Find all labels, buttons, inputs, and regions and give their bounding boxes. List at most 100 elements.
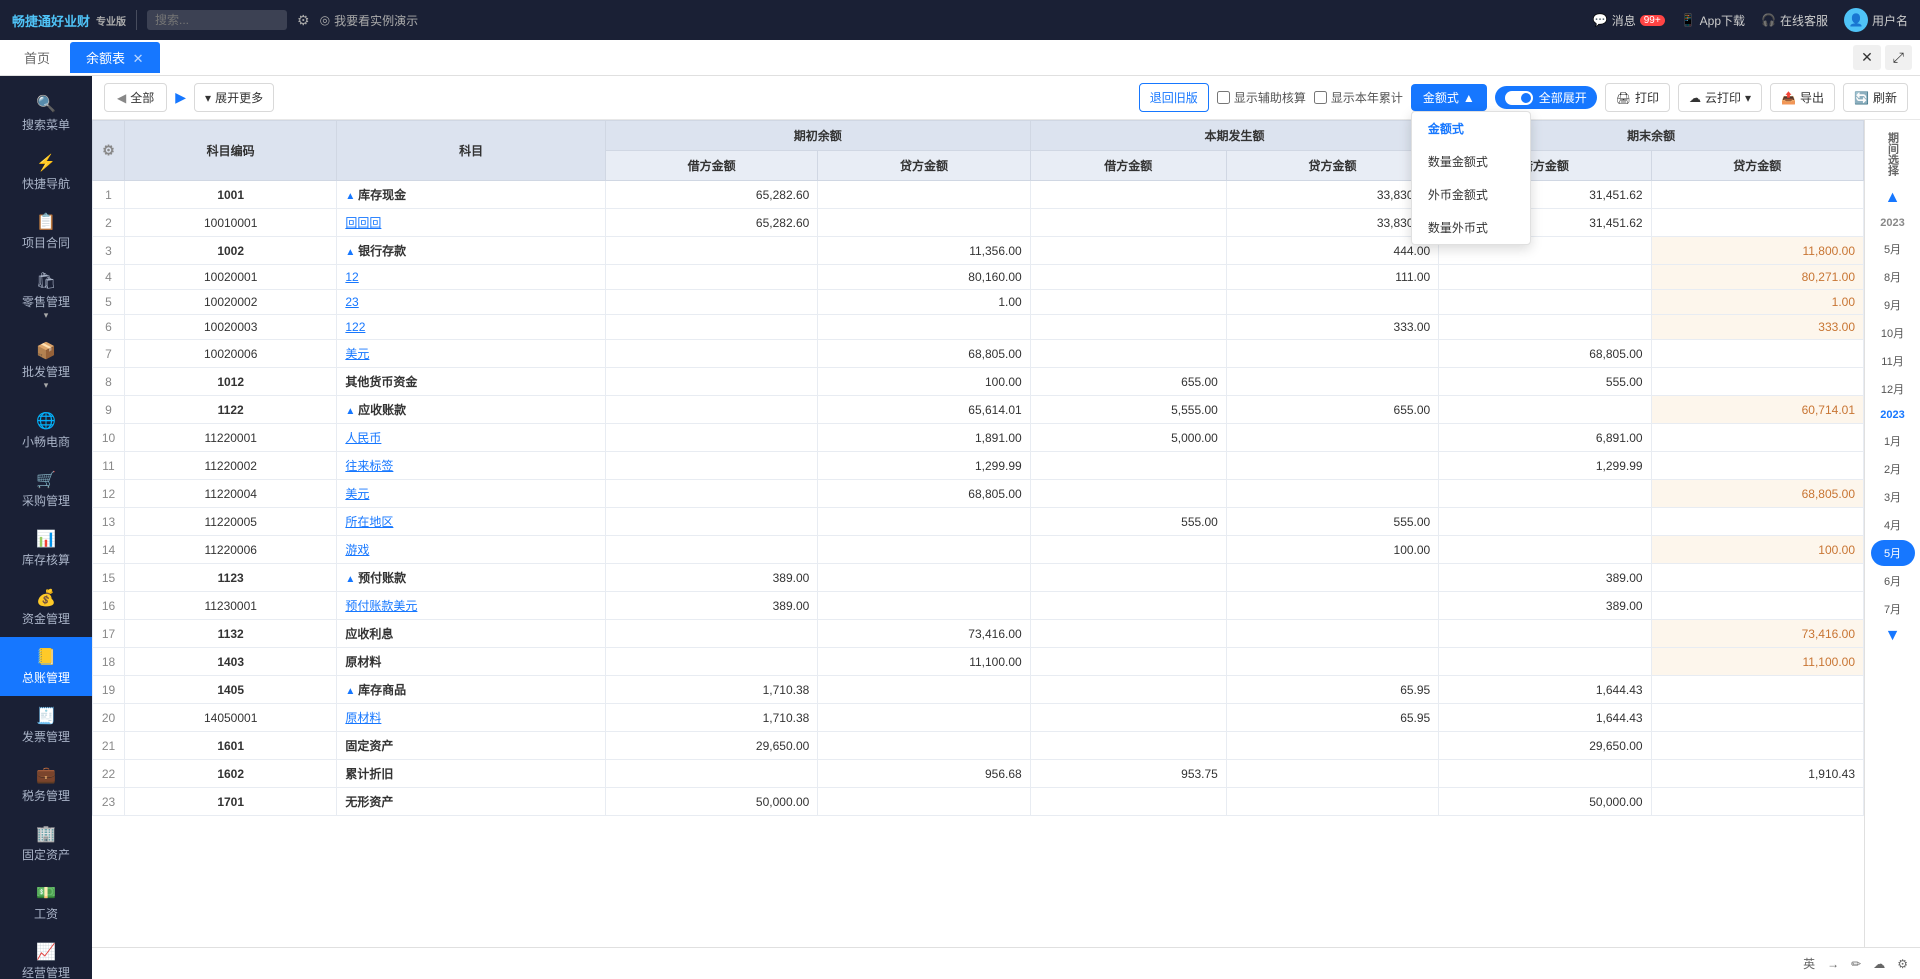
dropdown-item-qty-foreign[interactable]: 数量外币式 <box>1412 211 1530 244</box>
subject-name-cell: 122 <box>337 315 606 340</box>
message-icon: 💬 <box>1593 13 1608 27</box>
show-annual-label[interactable]: 显示本年累计 <box>1314 89 1403 106</box>
expand-all-toggle[interactable]: 全部展开 <box>1495 86 1597 109</box>
cd-debit-cell <box>1030 704 1226 732</box>
status-cloud[interactable]: ☁ <box>1873 957 1885 971</box>
sidebar-item-operations[interactable]: 📈 经营管理 <box>0 932 92 979</box>
cd-credit-cell: 65.95 <box>1226 704 1438 732</box>
sidebar-item-ledger[interactable]: 📒 总账管理 <box>0 637 92 696</box>
period-item-02[interactable]: 2月 <box>1871 456 1915 482</box>
sidebar-item-tax[interactable]: 💼 税务管理 <box>0 755 92 814</box>
period-item-2023-10[interactable]: 10月 <box>1871 320 1915 346</box>
return-old-btn[interactable]: 退回旧版 <box>1139 83 1209 112</box>
ob-credit-cell <box>818 181 1030 209</box>
subject-name-cell: ▲ 库存商品 <box>337 676 606 704</box>
subject-name-cell: 原材料 <box>337 648 606 676</box>
breadcrumb-btn[interactable]: ◀ 全部 <box>104 83 167 112</box>
sidebar-item-retail[interactable]: 🛍 零售管理 ▾ <box>0 261 92 331</box>
settings-icon[interactable]: ⚙ <box>297 12 310 29</box>
top-search-input[interactable] <box>147 10 287 30</box>
expand-more-btn[interactable]: ▾ 展开更多 <box>194 83 274 112</box>
subject-code-cell: 11220004 <box>125 480 337 508</box>
cb-credit-cell <box>1651 368 1863 396</box>
cb-debit-cell <box>1439 290 1651 315</box>
tab-close-btn[interactable]: ✕ <box>1853 45 1881 70</box>
tab-bar: 首页 余额表 ✕ ✕ ⤢ <box>0 40 1920 76</box>
sidebar-item-capital[interactable]: 💰 资金管理 <box>0 578 92 637</box>
user-btn[interactable]: 👤 用户名 <box>1844 8 1908 32</box>
sidebar-item-assets[interactable]: 🏢 固定资产 <box>0 814 92 873</box>
row-num-cell: 11 <box>93 452 125 480</box>
demo-btn[interactable]: ◎ 我要看实例演示 <box>320 12 419 29</box>
amount-mode-dropdown[interactable]: 金额式 ▲ 金额式 数量金额式 外币金额式 数量外币式 <box>1411 84 1487 111</box>
breadcrumb-forward-icon[interactable]: ▶ <box>175 89 186 106</box>
print-btn[interactable]: 🖨 打印 <box>1605 83 1670 112</box>
tab-balance-close[interactable]: ✕ <box>133 51 144 66</box>
cd-debit-cell <box>1030 732 1226 760</box>
refresh-btn[interactable]: 🔄 刷新 <box>1843 83 1908 112</box>
period-nav-down[interactable]: ▼ <box>1882 624 1904 648</box>
sidebar-item-ledger-label: 总账管理 <box>4 669 88 686</box>
show-auxiliary-label[interactable]: 显示辅助核算 <box>1217 89 1306 106</box>
sidebar-item-wholesale[interactable]: 📦 批发管理 ▾ <box>0 331 92 401</box>
status-arrow[interactable]: → <box>1827 957 1839 971</box>
cb-credit-cell <box>1651 704 1863 732</box>
download-btn[interactable]: 📱 App下载 <box>1681 12 1745 29</box>
tab-home-label: 首页 <box>24 51 50 66</box>
status-lang[interactable]: 英 <box>1803 955 1815 972</box>
cloud-print-icon: ☁ <box>1689 91 1701 105</box>
tab-home[interactable]: 首页 <box>8 42 66 73</box>
export-btn[interactable]: 📤 导出 <box>1770 83 1835 112</box>
amount-mode-btn[interactable]: 金额式 ▲ <box>1411 84 1487 111</box>
period-nav-up[interactable]: ▲ <box>1882 186 1904 210</box>
cb-credit-cell <box>1651 508 1863 536</box>
sidebar-item-purchase[interactable]: 🛒 采购管理 <box>0 460 92 519</box>
sidebar-item-payroll[interactable]: 💵 工资 <box>0 873 92 932</box>
ob-credit-cell: 68,805.00 <box>818 480 1030 508</box>
status-edit[interactable]: ✏ <box>1851 957 1861 971</box>
period-item-2023-11[interactable]: 11月 <box>1871 348 1915 374</box>
cloud-print-btn[interactable]: ☁ 云打印 ▾ <box>1678 83 1762 112</box>
service-icon: 🎧 <box>1761 13 1776 27</box>
sidebar-item-project[interactable]: 📋 项目合同 <box>0 202 92 261</box>
cd-debit-cell <box>1030 315 1226 340</box>
dropdown-item-qty-amount[interactable]: 数量金额式 <box>1412 145 1530 178</box>
period-item-06[interactable]: 6月 <box>1871 568 1915 594</box>
row-num-cell: 7 <box>93 340 125 368</box>
sidebar-item-ecommerce[interactable]: 🌐 小畅电商 <box>0 401 92 460</box>
period-item-07[interactable]: 7月 <box>1871 596 1915 622</box>
dropdown-item-foreign-amount[interactable]: 外币金额式 <box>1412 178 1530 211</box>
sidebar-item-quick-nav[interactable]: ⚡ 快捷导航 <box>0 143 92 202</box>
service-btn[interactable]: 🎧 在线客服 <box>1761 12 1828 29</box>
status-bar: 英 → ✏ ☁ ⚙ <box>92 947 1920 979</box>
tab-balance[interactable]: 余额表 ✕ <box>70 42 160 73</box>
show-annual-checkbox[interactable] <box>1314 91 1327 104</box>
sidebar-item-invoice[interactable]: 🧾 发票管理 <box>0 696 92 755</box>
table-wrapper[interactable]: ⚙ 科目编码 科目 期初余额 本期发生额 期末余额 借方金额 贷方金额 借方金额 <box>92 120 1864 947</box>
sidebar-item-ecommerce-label: 小畅电商 <box>4 433 88 450</box>
period-item-05-active[interactable]: 5月 <box>1871 540 1915 566</box>
period-item-2023-08[interactable]: 8月 <box>1871 264 1915 290</box>
tab-expand-btn[interactable]: ⤢ <box>1885 45 1912 70</box>
sidebar-item-assets-label: 固定资产 <box>4 846 88 863</box>
cb-debit-cell <box>1439 536 1651 564</box>
column-settings-icon[interactable]: ⚙ <box>102 142 115 158</box>
period-item-01[interactable]: 1月 <box>1871 428 1915 454</box>
sidebar-item-inventory[interactable]: 📊 库存核算 <box>0 519 92 578</box>
ob-credit-cell: 73,416.00 <box>818 620 1030 648</box>
table-row: 151123▲ 预付账款389.00389.00 <box>93 564 1864 592</box>
dropdown-item-amount[interactable]: 金额式 <box>1412 112 1530 145</box>
period-item-03[interactable]: 3月 <box>1871 484 1915 510</box>
message-btn[interactable]: 💬 消息 99+ <box>1593 12 1665 29</box>
period-item-2023-05[interactable]: 5月 <box>1871 236 1915 262</box>
cb-debit-cell: 6,891.00 <box>1439 424 1651 452</box>
status-settings[interactable]: ⚙ <box>1897 957 1908 971</box>
cb-debit-cell <box>1439 620 1651 648</box>
show-auxiliary-checkbox[interactable] <box>1217 91 1230 104</box>
period-item-04[interactable]: 4月 <box>1871 512 1915 538</box>
cb-credit-cell <box>1651 564 1863 592</box>
period-item-2023-09[interactable]: 9月 <box>1871 292 1915 318</box>
period-item-2023-12[interactable]: 12月 <box>1871 376 1915 402</box>
sidebar-item-search[interactable]: 🔍 搜索菜单 <box>0 84 92 143</box>
row-num-cell: 18 <box>93 648 125 676</box>
